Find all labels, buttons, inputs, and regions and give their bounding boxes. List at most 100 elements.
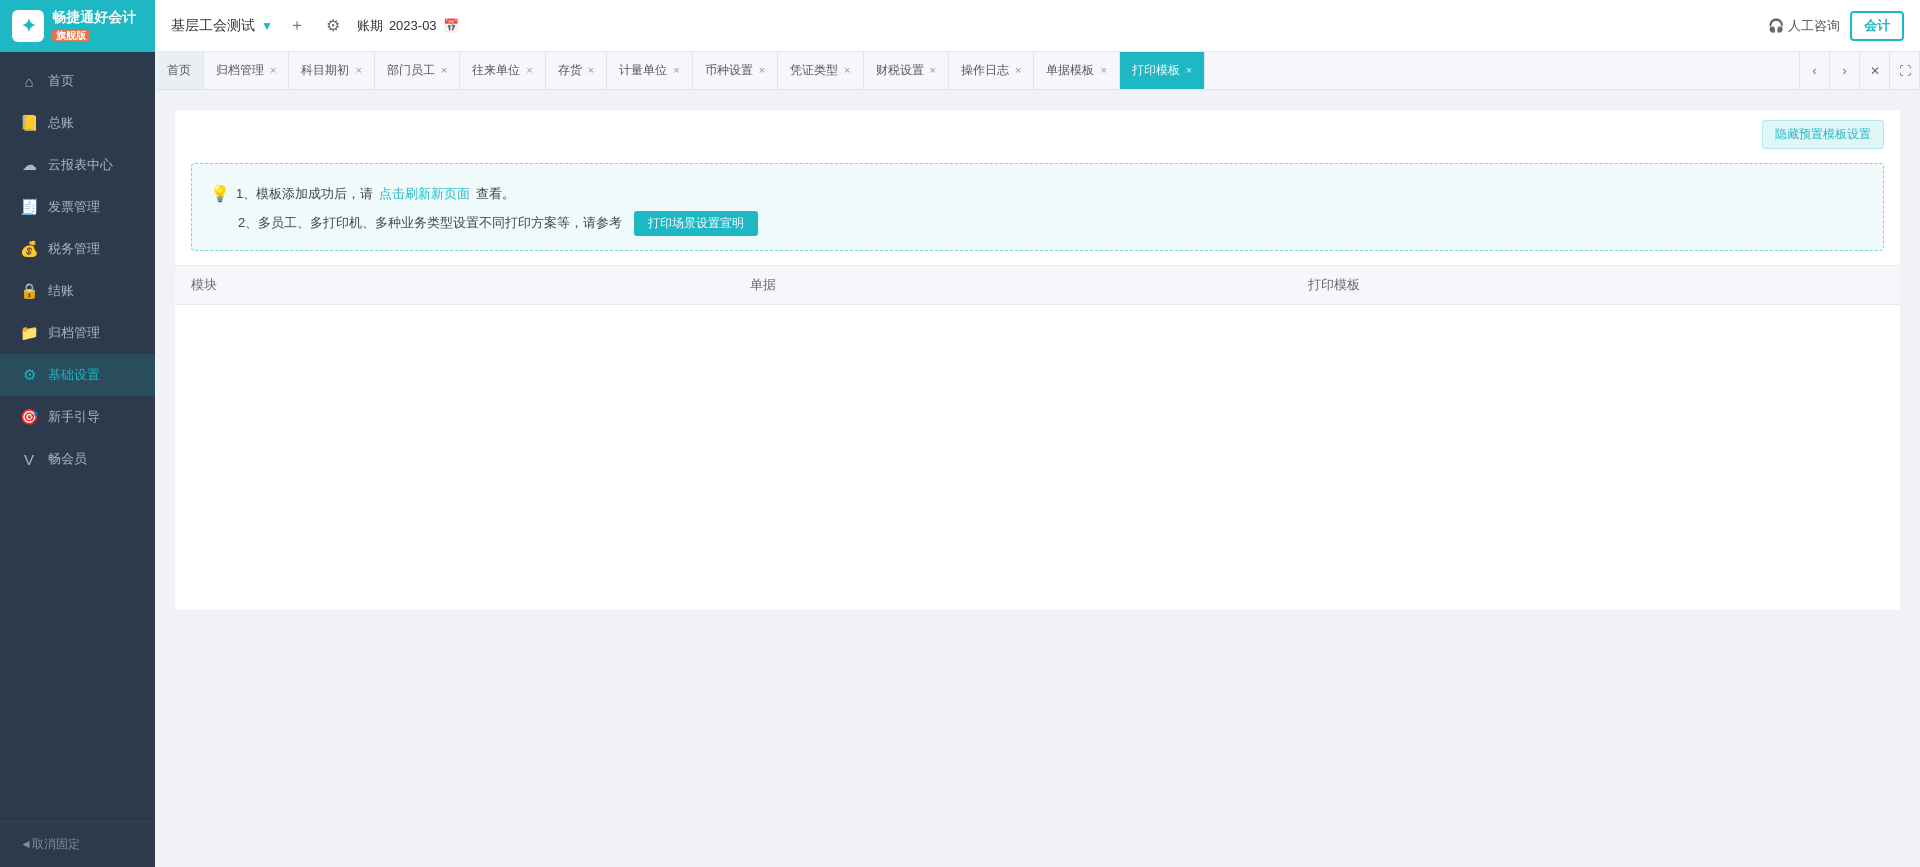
sidebar-label-home: 首页: [48, 72, 74, 90]
tab-label-archive-mgmt: 归档管理: [216, 62, 264, 79]
tab-currency[interactable]: 币种设置 ×: [693, 52, 778, 89]
nav-icon-invoice: 🧾: [20, 198, 38, 216]
tabbar: 首页 归档管理 × 科目期初 × 部门员工 × 往来单位 × 存货 × 计量单位 × 币种设置 × 凭证类型 ×…: [155, 52, 1920, 90]
sidebar: ✦ 畅捷通好会计 旗舰版 ⌂ 首页 📒 总账 ☁ 云报表中心 🧾 发票管理 💰 税务管理 🔒 结账 📁归…: [0, 0, 155, 867]
table-header: 模块 单据 打印模板: [175, 265, 1900, 305]
tab-close-dept-staff[interactable]: ×: [441, 65, 447, 76]
tab-single-form[interactable]: 单据模板 ×: [1034, 52, 1119, 89]
notice-line1-prefix: 1、模板添加成功后，请: [236, 181, 373, 207]
bulb-icon: 💡: [210, 178, 230, 210]
tab-prev-button[interactable]: ‹: [1800, 52, 1830, 90]
hide-template-area: 隐藏预置模板设置: [175, 110, 1900, 149]
tab-archive-mgmt[interactable]: 归档管理 ×: [204, 52, 289, 89]
tab-voucher-type[interactable]: 凭证类型 ×: [778, 52, 863, 89]
tab-inventory[interactable]: 存货 ×: [546, 52, 607, 89]
tab-close-tax-settings[interactable]: ×: [930, 65, 936, 76]
tab-close-unit[interactable]: ×: [673, 65, 679, 76]
sidebar-item-ledger[interactable]: 📒 总账: [0, 102, 155, 144]
nav-icon-settings: ⚙: [20, 366, 38, 384]
calendar-icon[interactable]: 📅: [443, 18, 459, 33]
tab-close-subject-init[interactable]: ×: [355, 65, 361, 76]
sidebar-label-reports: 云报表中心: [48, 156, 113, 174]
tab-next-button[interactable]: ›: [1830, 52, 1860, 90]
tab-label-voucher-type: 凭证类型: [790, 62, 838, 79]
tab-label-partner: 往来单位: [472, 62, 520, 79]
nav-icon-tax: 💰: [20, 240, 38, 258]
sidebar-label-ledger: 总账: [48, 114, 74, 132]
sidebar-item-tax[interactable]: 💰 税务管理: [0, 228, 155, 270]
notice-refresh-link[interactable]: 点击刷新新页面: [379, 181, 470, 207]
nav-icon-home: ⌂: [20, 73, 38, 90]
tab-print-template[interactable]: 打印模板×: [1120, 52, 1205, 89]
tab-label-unit: 计量单位: [619, 62, 667, 79]
nav-icon-close: 🔒: [20, 282, 38, 300]
topbar-actions: ＋ ⚙: [283, 12, 347, 40]
tab-label-tax-settings: 财税设置: [876, 62, 924, 79]
notice-banner: 💡 1、模板添加成功后，请 点击刷新新页面 查看。 2、多员工、多打印机、多种业…: [191, 163, 1884, 251]
tab-close-voucher-type[interactable]: ×: [844, 65, 850, 76]
period-label: 账期: [357, 17, 383, 35]
help-label: 人工咨询: [1788, 17, 1840, 35]
tab-tax-settings[interactable]: 财税设置 ×: [864, 52, 949, 89]
notice-line1-suffix: 查看。: [476, 181, 515, 207]
app-edition: 旗舰版: [52, 30, 90, 41]
tab-op-log[interactable]: 操作日志 ×: [949, 52, 1034, 89]
sidebar-item-reports[interactable]: ☁ 云报表中心: [0, 144, 155, 186]
col-template: 打印模板: [1308, 276, 1884, 294]
tab-partner[interactable]: 往来单位 ×: [460, 52, 545, 89]
sidebar-item-home[interactable]: ⌂ 首页: [0, 60, 155, 102]
add-tab-button[interactable]: ＋: [283, 12, 311, 40]
app-logo: ✦ 畅捷通好会计 旗舰版: [0, 0, 155, 52]
settings-button[interactable]: ⚙: [319, 12, 347, 40]
sidebar-item-guide[interactable]: 🎯新手引导: [0, 396, 155, 438]
nav-icon-ledger: 📒: [20, 114, 38, 132]
sidebar-item-invoice[interactable]: 🧾 发票管理: [0, 186, 155, 228]
sidebar-label-settings: 基础设置: [48, 366, 100, 384]
tab-close-archive-mgmt[interactable]: ×: [270, 65, 276, 76]
sidebar-label-guide: 新手引导: [48, 408, 100, 426]
tab-fullscreen-button[interactable]: ⛶: [1890, 52, 1920, 90]
tab-label-currency: 币种设置: [705, 62, 753, 79]
tab-label-single-form: 单据模板: [1046, 62, 1094, 79]
tab-controls: ‹ › ✕ ⛶: [1799, 52, 1920, 89]
tab-close-partner[interactable]: ×: [526, 65, 532, 76]
notice-row-2: 2、多员工、多打印机、多种业务类型设置不同打印方案等，请参考 打印场景设置宣明: [210, 210, 1865, 236]
sidebar-item-settings[interactable]: ⚙ 基础设置: [0, 354, 155, 396]
company-selector[interactable]: 基层工会测试 ▼: [171, 17, 273, 35]
period-display: 账期 2023-03 📅: [357, 17, 459, 35]
company-dropdown-icon: ▼: [261, 19, 273, 33]
help-button[interactable]: 🎧 人工咨询: [1768, 17, 1840, 35]
nav-icon-reports: ☁: [20, 156, 38, 174]
sidebar-item-member[interactable]: V畅会员: [0, 438, 155, 480]
tab-unit[interactable]: 计量单位 ×: [607, 52, 692, 89]
tab-close-single-form[interactable]: ×: [1100, 65, 1106, 76]
sidebar-nav: ⌂ 首页 📒 总账 ☁ 云报表中心 🧾 发票管理 💰 税务管理 🔒 结账 📁归档管理 ⚙ 基础设置 🎯新手引导…: [0, 52, 155, 821]
sidebar-footer-unpin[interactable]: ◄取消固定: [0, 821, 155, 867]
tab-close-print-template[interactable]: ×: [1186, 65, 1192, 76]
period-value: 2023-03: [389, 18, 437, 33]
sidebar-item-close[interactable]: 🔒 结账: [0, 270, 155, 312]
content-panel: 隐藏预置模板设置 💡 1、模板添加成功后，请 点击刷新新页面 查看。 2、多员工…: [175, 110, 1900, 610]
tab-label-dept-staff: 部门员工: [387, 62, 435, 79]
tab-close-op-log[interactable]: ×: [1015, 65, 1021, 76]
company-name: 基层工会测试: [171, 17, 255, 35]
tab-dept-staff[interactable]: 部门员工 ×: [375, 52, 460, 89]
sidebar-item-archive[interactable]: 📁归档管理: [0, 312, 155, 354]
tab-label-subject-init: 科目期初: [301, 62, 349, 79]
sidebar-label-close: 结账: [48, 282, 74, 300]
tab-close-inventory[interactable]: ×: [588, 65, 594, 76]
tab-subject-init[interactable]: 科目期初 ×: [289, 52, 374, 89]
sidebar-label-tax: 税务管理: [48, 240, 100, 258]
hide-template-button[interactable]: 隐藏预置模板设置: [1762, 120, 1884, 149]
tab-home[interactable]: 首页: [155, 52, 204, 89]
tab-close-button[interactable]: ✕: [1860, 52, 1890, 90]
sidebar-label-invoice: 发票管理: [48, 198, 100, 216]
print-scene-button[interactable]: 打印场景设置宣明: [634, 211, 758, 236]
tab-close-currency[interactable]: ×: [759, 65, 765, 76]
sidebar-label-member: 畅会员: [48, 450, 87, 468]
tab-label-op-log: 操作日志: [961, 62, 1009, 79]
accountant-button[interactable]: 会计: [1850, 11, 1904, 41]
tab-label-inventory: 存货: [558, 62, 582, 79]
notice-row-1: 💡 1、模板添加成功后，请 点击刷新新页面 查看。: [210, 178, 1865, 210]
tab-label-home: 首页: [167, 62, 191, 79]
